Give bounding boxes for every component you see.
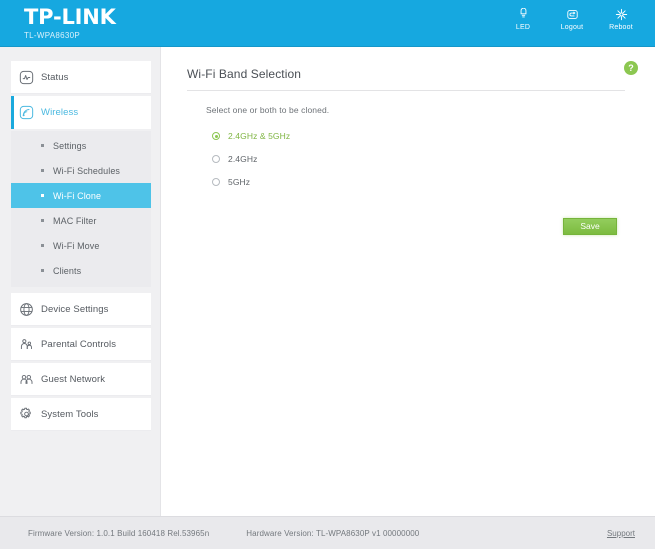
submenu-item-wifi-clone[interactable]: Wi-Fi Clone — [11, 183, 151, 208]
status-icon — [11, 70, 41, 85]
page-title: Wi-Fi Band Selection — [187, 67, 625, 91]
logo-text: TP-LINK — [24, 5, 116, 29]
header-tools: LED Logout Reboot — [507, 8, 637, 32]
submenu-item-wifi-move[interactable]: Wi-Fi Move — [11, 233, 151, 258]
sidebar-item-status[interactable]: Status — [11, 61, 151, 94]
led-icon — [517, 8, 530, 21]
app-header: TP-LINK TL-WPA8630P LED Logout Reboot — [0, 0, 655, 47]
form-hint: Select one or both to be cloned. — [206, 105, 330, 115]
submenu-item-clients[interactable]: Clients — [11, 258, 151, 283]
submenu-item-wifi-schedules[interactable]: Wi-Fi Schedules — [11, 158, 151, 183]
submenu-item-label: Wi-Fi Clone — [53, 190, 102, 201]
radio-icon — [212, 132, 220, 140]
sidebar-item-label: Device Settings — [41, 303, 109, 315]
save-button[interactable]: Save — [563, 218, 617, 235]
submenu-item-label: Settings — [53, 140, 87, 151]
radio-option-24ghz[interactable]: 2.4GHz — [206, 149, 625, 169]
submenu-item-mac-filter[interactable]: MAC Filter — [11, 208, 151, 233]
led-label: LED — [515, 24, 531, 31]
led-button[interactable]: LED — [507, 8, 539, 32]
app-footer: Firmware Version: 1.0.1 Build 160418 Rel… — [0, 516, 655, 549]
sidebar-item-parental-controls[interactable]: Parental Controls — [11, 328, 151, 361]
logout-icon — [566, 8, 579, 21]
sidebar-item-label: Guest Network — [41, 373, 106, 385]
sidebar-item-label: System Tools — [41, 408, 99, 420]
sidebar-item-guest-network[interactable]: Guest Network — [11, 363, 151, 396]
sidebar-item-label: Wireless — [41, 107, 79, 118]
sidebar-item-wireless[interactable]: Wireless — [11, 96, 151, 129]
radio-icon — [212, 155, 220, 163]
parental-icon — [11, 337, 41, 352]
submenu-item-label: Wi-Fi Move — [53, 240, 100, 251]
band-form: Select one or both to be cloned. 2.4GHz … — [187, 105, 625, 235]
sidebar-item-label: Parental Controls — [41, 338, 117, 350]
bullet-icon — [41, 244, 44, 247]
radio-option-both[interactable]: 2.4GHz & 5GHz — [206, 126, 625, 146]
help-icon[interactable]: ? — [624, 61, 638, 75]
logout-label: Logout — [560, 24, 584, 31]
submenu-item-settings[interactable]: Settings — [11, 133, 151, 158]
model-text: TL-WPA8630P — [24, 31, 81, 40]
router-admin-page: TP-LINK TL-WPA8630P LED Logout Reboot St… — [0, 0, 655, 549]
bullet-icon — [41, 144, 44, 147]
radio-label: 2.4GHz & 5GHz — [228, 131, 291, 141]
radio-label: 5GHz — [228, 177, 251, 187]
submenu-item-label: MAC Filter — [53, 215, 97, 226]
globe-icon — [11, 302, 41, 317]
bullet-icon — [41, 219, 44, 222]
bullet-icon — [41, 169, 44, 172]
reboot-button[interactable]: Reboot — [605, 8, 637, 32]
button-area: Save — [206, 216, 625, 235]
gear-icon — [11, 407, 41, 422]
bullet-icon — [41, 269, 44, 272]
radio-icon — [212, 178, 220, 186]
support-link[interactable]: Support — [607, 529, 635, 538]
radio-option-5ghz[interactable]: 5GHz — [206, 172, 625, 192]
wireless-icon — [11, 105, 41, 120]
reboot-icon — [615, 8, 628, 21]
sidebar: Status Wireless Settings Wi-Fi Schedules… — [0, 47, 161, 516]
main-content: ? Wi-Fi Band Selection Select one or bot… — [162, 47, 655, 516]
sidebar-item-system-tools[interactable]: System Tools — [11, 398, 151, 431]
brand-logo: TP-LINK TL-WPA8630P — [24, 6, 116, 41]
sidebar-menu: Status Wireless Settings Wi-Fi Schedules… — [0, 47, 160, 431]
reboot-label: Reboot — [609, 24, 633, 31]
submenu-item-label: Wi-Fi Schedules — [53, 165, 121, 176]
hardware-version: Hardware Version: TL-WPA8630P v1 0000000… — [246, 529, 420, 538]
submenu-item-label: Clients — [53, 265, 82, 276]
body-wrapper: Status Wireless Settings Wi-Fi Schedules… — [0, 47, 655, 516]
sidebar-item-device-settings[interactable]: Device Settings — [11, 293, 151, 326]
guest-icon — [11, 372, 41, 387]
wireless-submenu: Settings Wi-Fi Schedules Wi-Fi Clone MAC… — [11, 131, 151, 287]
wifi-band-panel: Wi-Fi Band Selection Select one or both … — [162, 47, 655, 235]
bullet-icon — [41, 194, 44, 197]
radio-label: 2.4GHz — [228, 154, 258, 164]
firmware-version: Firmware Version: 1.0.1 Build 160418 Rel… — [28, 529, 210, 538]
sidebar-item-label: Status — [41, 71, 69, 83]
logout-button[interactable]: Logout — [556, 8, 588, 32]
